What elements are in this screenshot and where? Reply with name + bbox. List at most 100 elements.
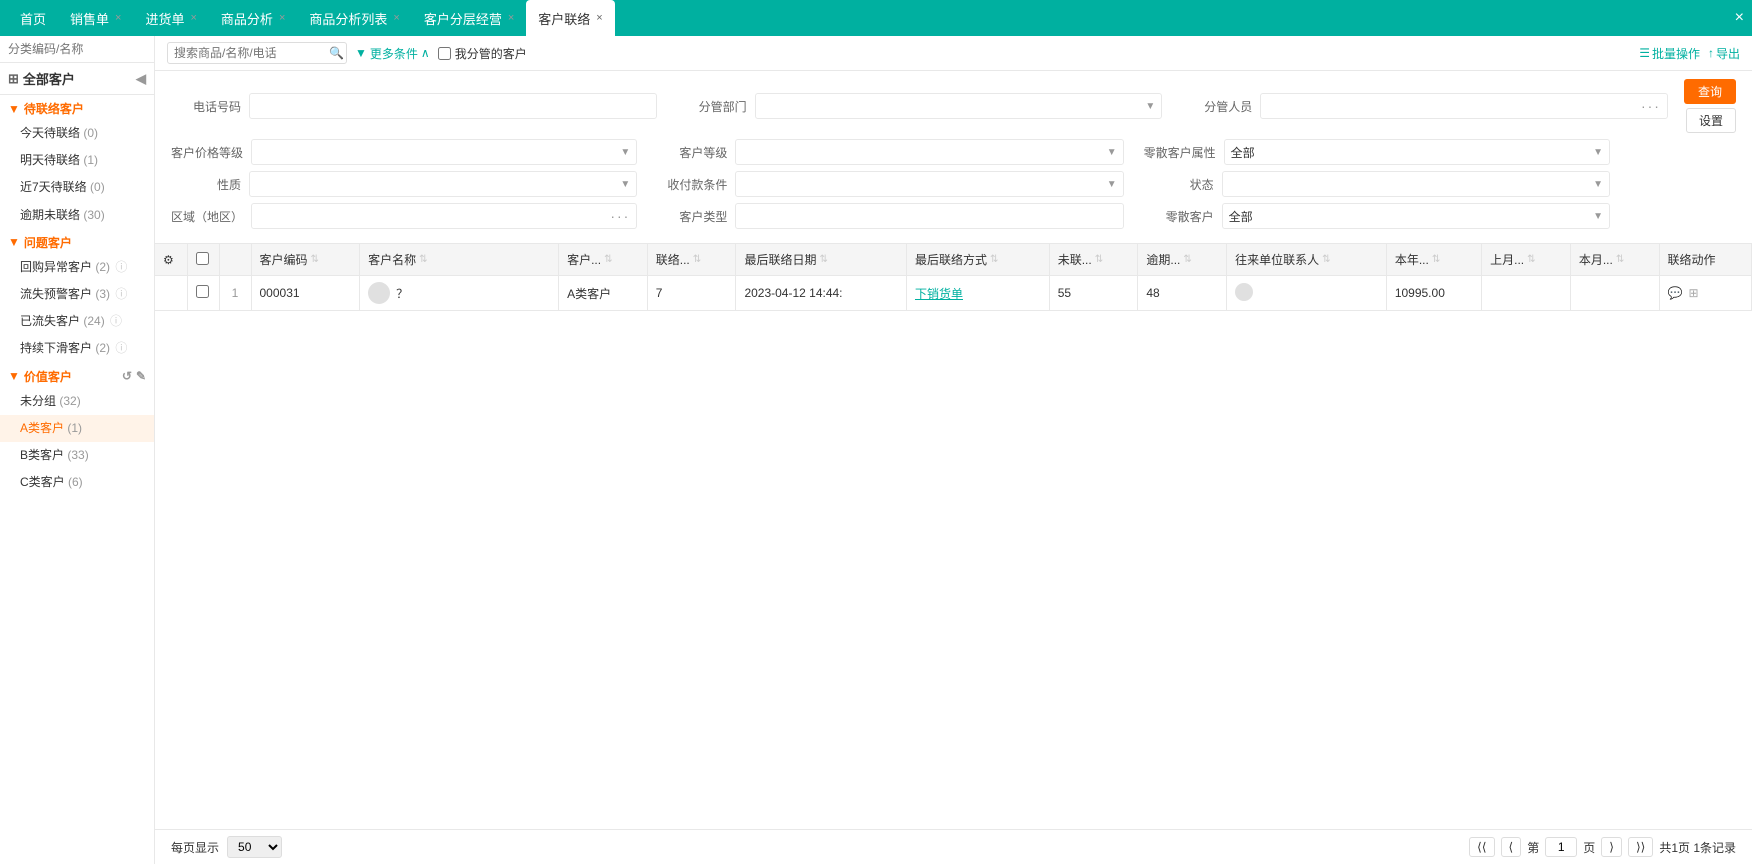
th-code-label: 客户编码 (260, 251, 308, 268)
nav-tab-home[interactable]: 首页 (8, 0, 58, 36)
th-contact-sort-icon[interactable]: ⇅ (693, 254, 701, 265)
nav-customer-contact-close[interactable]: × (596, 12, 602, 24)
value-settings-icon[interactable]: ✎ (136, 369, 146, 383)
toolbar-filter-button[interactable]: ▼ 更多条件 ∧ (355, 45, 430, 62)
th-code-sort-icon[interactable]: ⇅ (311, 254, 319, 265)
th-gear[interactable]: ⚙ (155, 244, 187, 276)
per-page-select[interactable]: 50 100 200 (227, 836, 282, 858)
declining-count: (2) (95, 341, 110, 355)
nav-tab-purchase[interactable]: 进货单 × (133, 0, 208, 36)
value-refresh-icon[interactable]: ↺ (122, 369, 132, 383)
toolbar-search-icon[interactable]: 🔍 (329, 46, 344, 60)
query-button[interactable]: 查询 (1684, 79, 1736, 104)
nav-tab-sales[interactable]: 销售单 × (58, 0, 133, 36)
filter-customer-tier-select[interactable]: ▼ (735, 139, 1123, 165)
toolbar-search-input[interactable] (174, 46, 329, 60)
filter-payment-select[interactable]: ▼ (735, 171, 1123, 197)
overdue-label: 逾期未联络 (20, 208, 80, 222)
td-num: 1 (219, 276, 251, 311)
th-unit-contact-sort-icon[interactable]: ⇅ (1322, 254, 1330, 265)
td-no-contact: 55 (1049, 276, 1138, 311)
nav-purchase-close[interactable]: × (190, 12, 196, 24)
prev-page-button[interactable]: ⟨ (1501, 837, 1522, 857)
sidebar-item-7days[interactable]: 近7天待联络 (0) (0, 174, 154, 201)
nav-sales-close[interactable]: × (115, 12, 121, 24)
first-page-button[interactable]: ⟨⟨ (1469, 837, 1494, 857)
nav-customer-tier-close[interactable]: × (508, 12, 514, 24)
customer-tier-arrow-icon: ▼ (1107, 147, 1117, 158)
main-layout: 🔍 ⊞ 全部客户 ◀ ▼ 待联络客户 今天待联络 (0) 明天待联络 (1) 近… (0, 36, 1752, 864)
export-button[interactable]: ↑ 导出 (1708, 45, 1740, 62)
th-this-year-sort-icon[interactable]: ⇅ (1432, 254, 1440, 265)
sidebar-item-unclassified[interactable]: 未分组 (32) (0, 388, 154, 415)
sidebar-item-today[interactable]: 今天待联络 (0) (0, 120, 154, 147)
chat-icon[interactable]: 💬 (1668, 286, 1683, 300)
next-page-button[interactable]: ⟩ (1601, 837, 1622, 857)
filter-scatter-customer-select[interactable]: 全部 ▼ (1222, 203, 1610, 229)
th-this-month-sort-icon[interactable]: ⇅ (1616, 254, 1624, 265)
th-last-date-sort-icon[interactable]: ⇅ (819, 254, 827, 265)
sidebar-item-c-class[interactable]: C类客户 (6) (0, 469, 154, 496)
row-checkbox[interactable] (196, 285, 209, 298)
filter-price-tier-select[interactable]: ▼ (251, 139, 637, 165)
my-customers-check[interactable] (438, 47, 451, 60)
th-type-sort-icon[interactable]: ⇅ (604, 254, 612, 265)
b-class-count: (33) (67, 448, 88, 462)
filter-person-input[interactable]: ··· (1260, 93, 1668, 119)
filter-region-input[interactable]: ··· (251, 203, 637, 229)
top-nav: 首页 销售单 × 进货单 × 商品分析 × 商品分析列表 × 客户分层经营 × … (0, 0, 1752, 36)
filter-customer-type-input[interactable] (735, 203, 1123, 229)
th-overdue-sort-icon[interactable]: ⇅ (1183, 254, 1191, 265)
filter-status-select[interactable]: ▼ (1222, 171, 1610, 197)
sidebar-item-churn-warning[interactable]: 流失预警客户 (3) ⓘ (0, 281, 154, 308)
th-last-month-sort-icon[interactable]: ⇅ (1527, 254, 1535, 265)
close-all-button[interactable]: × (1735, 9, 1744, 27)
sidebar-item-b-class[interactable]: B类客户 (33) (0, 442, 154, 469)
batch-op-button[interactable]: ☰ 批量操作 (1639, 45, 1700, 62)
sidebar-item-repurchase-anomaly[interactable]: 回购异常客户 (2) ⓘ (0, 254, 154, 281)
avatar (368, 282, 390, 304)
nav-tab-customer-contact[interactable]: 客户联络 × (526, 0, 614, 36)
nav-tab-analysis-list[interactable]: 商品分析列表 × (297, 0, 411, 36)
filter-scatter-attr-select[interactable]: 全部 ▼ (1224, 139, 1610, 165)
nav-tab-analysis[interactable]: 商品分析 × (209, 0, 297, 36)
c-class-count: (6) (68, 475, 83, 489)
th-no-contact-sort-icon[interactable]: ⇅ (1095, 254, 1103, 265)
row-last-method-link[interactable]: 下销货单 (915, 287, 963, 301)
pending-section-label: 待联络客户 (24, 100, 84, 117)
qr-icon[interactable]: ⊞ (1688, 286, 1698, 300)
filter-phone-input[interactable] (249, 93, 657, 119)
toolbar-my-customers-checkbox[interactable]: 我分管的客户 (438, 45, 527, 62)
churned-info-icon: ⓘ (110, 314, 122, 328)
filter-dept-select[interactable]: ▼ (755, 93, 1163, 119)
sidebar-item-declining[interactable]: 持续下滑客户 (2) ⓘ (0, 335, 154, 362)
region-dots-icon: ··· (610, 208, 630, 224)
last-page-button[interactable]: ⟩⟩ (1628, 837, 1653, 857)
td-type: A类客户 (559, 276, 648, 311)
th-this-year-label: 本年... (1395, 251, 1429, 268)
filter-nature-select[interactable]: ▼ (249, 171, 637, 197)
sidebar-collapse-button[interactable]: ◀ (136, 71, 146, 87)
nav-analysis-close[interactable]: × (279, 12, 285, 24)
nav-customer-tier-label: 客户分层经营 (424, 9, 502, 28)
table-row: 1 000031 ？ A类客户 (155, 276, 1752, 311)
repurchase-count: (2) (95, 260, 110, 274)
nav-analysis-label: 商品分析 (221, 9, 273, 28)
gear-icon[interactable]: ⚙ (163, 253, 174, 267)
per-page-label: 每页显示 (171, 839, 219, 856)
nav-tab-customer-tier[interactable]: 客户分层经营 × (412, 0, 526, 36)
select-all-checkbox[interactable] (196, 252, 209, 265)
row-this-year: 10995.00 (1395, 286, 1445, 300)
row-num-value: 1 (232, 286, 239, 300)
th-last-method-sort-icon[interactable]: ⇅ (990, 254, 998, 265)
sidebar-item-tomorrow[interactable]: 明天待联络 (1) (0, 147, 154, 174)
th-name-sort-icon[interactable]: ⇅ (419, 254, 427, 265)
nav-analysis-list-close[interactable]: × (393, 12, 399, 24)
filter-customer-tier: 客户等级 ▼ (657, 139, 1123, 165)
sidebar-item-overdue[interactable]: 逾期未联络 (30) (0, 202, 154, 229)
sidebar-search-input[interactable] (8, 42, 155, 56)
settings-button[interactable]: 设置 (1686, 108, 1736, 133)
sidebar-item-churned[interactable]: 已流失客户 (24) ⓘ (0, 308, 154, 335)
sidebar-item-a-class[interactable]: A类客户 (1) (0, 415, 154, 442)
page-number-input[interactable] (1545, 837, 1577, 857)
